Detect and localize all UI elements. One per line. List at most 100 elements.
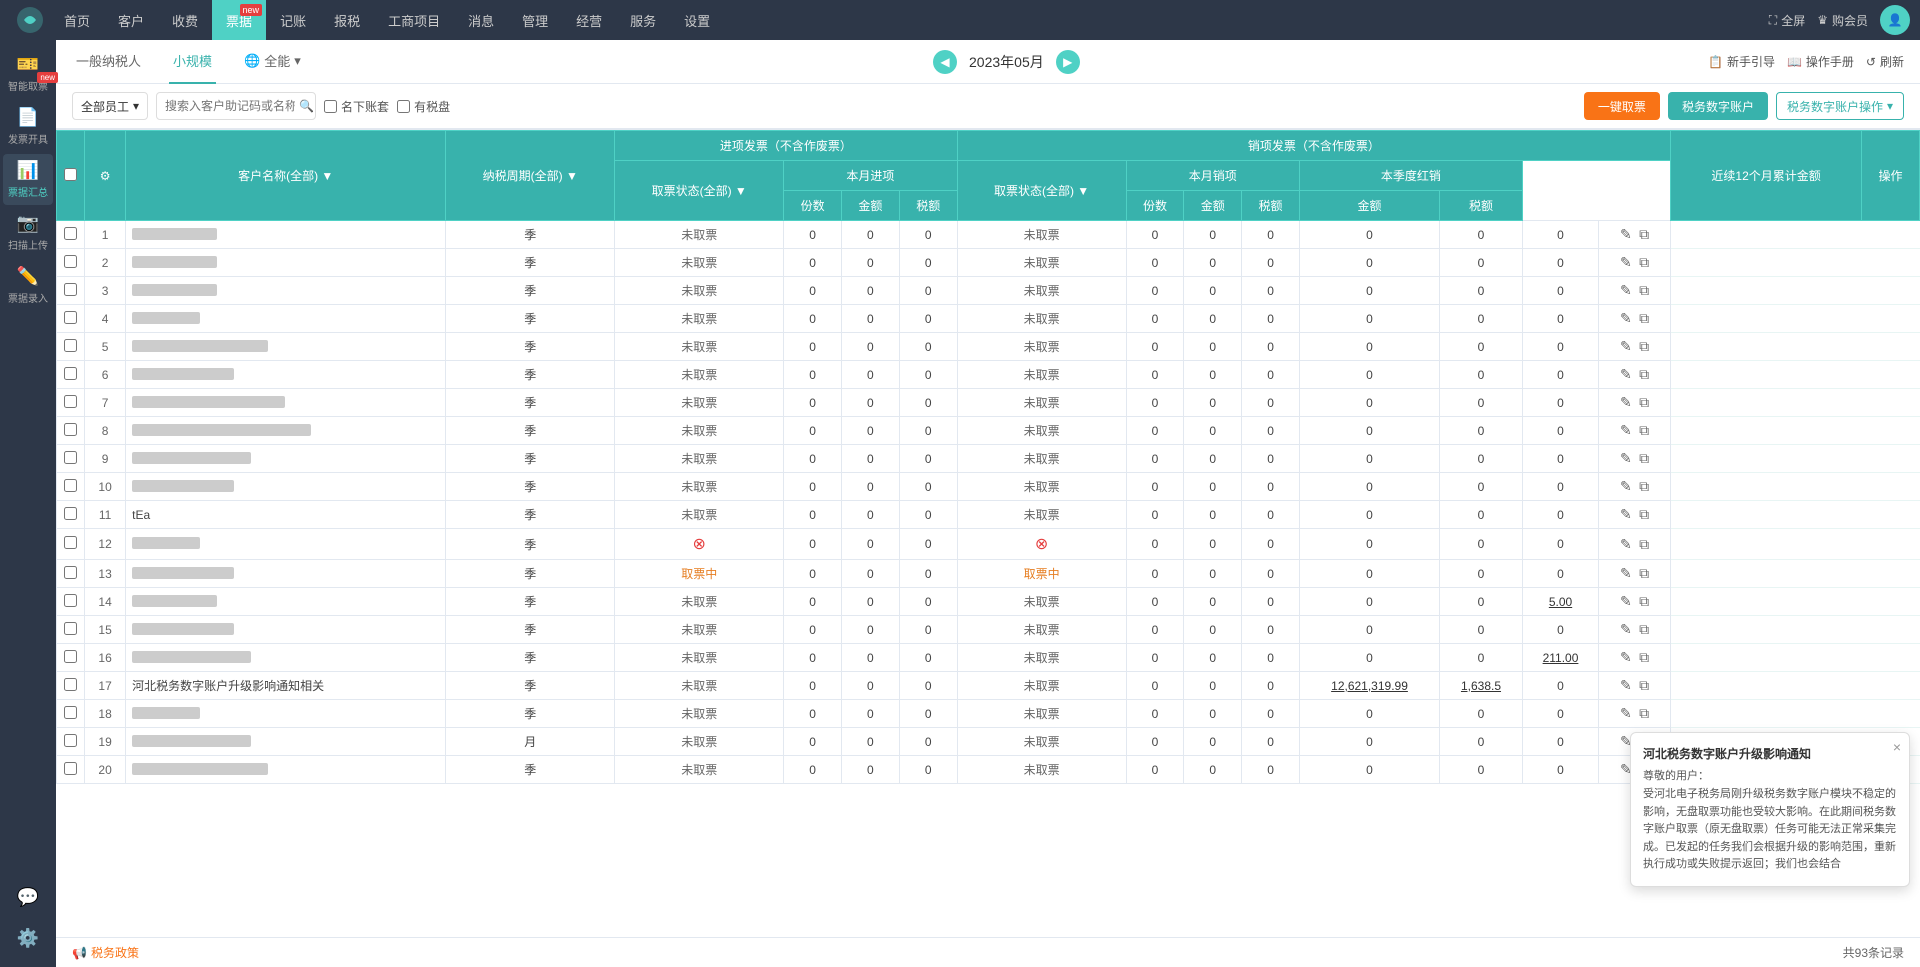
copy-btn[interactable]: ⧉ <box>1637 591 1651 611</box>
nav-service[interactable]: 服务 <box>616 0 670 40</box>
row-checkbox[interactable] <box>64 311 77 324</box>
employee-select[interactable]: 全部员工 ▾ <box>72 92 148 120</box>
row-checkbox[interactable] <box>64 339 77 352</box>
copy-btn[interactable]: ⧉ <box>1637 420 1651 440</box>
nav-customer[interactable]: 客户 <box>104 0 158 40</box>
accounts-checkbox[interactable] <box>324 100 337 113</box>
row-checkbox[interactable] <box>64 706 77 719</box>
sub-nav-small-scale[interactable]: 小规模 <box>169 40 216 84</box>
nav-manage[interactable]: 管理 <box>508 0 562 40</box>
header-in-status[interactable]: 取票状态(全部) ▼ <box>615 161 784 221</box>
copy-btn[interactable]: ⧉ <box>1637 619 1651 639</box>
copy-btn[interactable]: ⧉ <box>1637 252 1651 272</box>
edit-btn[interactable]: ✎ <box>1618 647 1634 667</box>
check-tax-disk[interactable]: 有税盘 <box>397 98 450 115</box>
edit-btn[interactable]: ✎ <box>1618 703 1634 723</box>
refresh-btn[interactable]: ↺ 刷新 <box>1866 53 1904 70</box>
header-tax-period[interactable]: 纳税周期(全部) ▼ <box>446 131 615 221</box>
nav-accounting[interactable]: 记账 <box>266 0 320 40</box>
row-checkbox[interactable] <box>64 227 77 240</box>
edit-btn[interactable]: ✎ <box>1618 448 1634 468</box>
sidebar-item-invoice-entry[interactable]: ✏️ 票据录入 <box>3 260 53 311</box>
edit-btn[interactable]: ✎ <box>1618 563 1634 583</box>
copy-btn[interactable]: ⧉ <box>1637 703 1651 723</box>
row-checkbox[interactable] <box>64 622 77 635</box>
new-guide-btn[interactable]: 📋 新手引导 <box>1708 53 1775 70</box>
tax-digital-account-action-btn[interactable]: 税务数字账户操作 ▾ <box>1776 92 1904 120</box>
select-all-checkbox[interactable] <box>64 168 77 181</box>
header-out-status[interactable]: 取票状态(全部) ▼ <box>957 161 1126 221</box>
row-checkbox[interactable] <box>64 283 77 296</box>
search-icon[interactable]: 🔍 <box>299 99 314 113</box>
nav-tax[interactable]: 报税 <box>320 0 374 40</box>
edit-btn[interactable]: ✎ <box>1618 280 1634 300</box>
vip-btn[interactable]: ♛ 购会员 <box>1817 12 1868 29</box>
prev-month-btn[interactable]: ◀ <box>933 50 957 74</box>
edit-btn[interactable]: ✎ <box>1618 591 1634 611</box>
copy-btn[interactable]: ⧉ <box>1637 364 1651 384</box>
copy-btn[interactable]: ⧉ <box>1637 448 1651 468</box>
sidebar-item-config[interactable]: ⚙️ <box>3 922 53 955</box>
nav-business[interactable]: 工商项目 <box>374 0 454 40</box>
sidebar-item-messages[interactable]: 💬 <box>3 881 53 914</box>
edit-btn[interactable]: ✎ <box>1618 392 1634 412</box>
row-checkbox[interactable] <box>64 762 77 775</box>
nav-operation[interactable]: 经营 <box>562 0 616 40</box>
sidebar-item-scan-upload[interactable]: 📷 扫描上传 <box>3 207 53 258</box>
copy-btn[interactable]: ⧉ <box>1637 224 1651 244</box>
fullscreen-btn[interactable]: ⛶ 全屏 <box>1769 12 1805 29</box>
edit-btn[interactable]: ✎ <box>1618 420 1634 440</box>
copy-btn[interactable]: ⧉ <box>1637 675 1651 695</box>
sidebar-item-invoice-open[interactable]: 📄 发票开具 <box>3 101 53 152</box>
row-checkbox[interactable] <box>64 678 77 691</box>
nav-message[interactable]: 消息 <box>454 0 508 40</box>
row-checkbox[interactable] <box>64 650 77 663</box>
nav-settings[interactable]: 设置 <box>670 0 724 40</box>
copy-btn[interactable]: ⧉ <box>1637 336 1651 356</box>
row-checkbox[interactable] <box>64 451 77 464</box>
manual-btn[interactable]: 📖 操作手册 <box>1787 53 1854 70</box>
nav-invoice[interactable]: 票据 new <box>212 0 266 40</box>
edit-btn[interactable]: ✎ <box>1618 364 1634 384</box>
copy-btn[interactable]: ⧉ <box>1637 504 1651 524</box>
edit-btn[interactable]: ✎ <box>1618 252 1634 272</box>
sub-nav-all[interactable]: 🌐 全能 ▾ <box>240 40 305 84</box>
sidebar-item-invoice-summary[interactable]: 📊 票据汇总 <box>3 154 53 205</box>
avatar[interactable]: 👤 <box>1880 5 1910 35</box>
tax-digital-account-btn[interactable]: 税务数字账户 <box>1668 92 1768 120</box>
check-accounts[interactable]: 名下账套 <box>324 98 389 115</box>
copy-btn[interactable]: ⧉ <box>1637 647 1651 667</box>
one-click-invoice-btn[interactable]: 一键取票 <box>1584 92 1660 120</box>
copy-btn[interactable]: ⧉ <box>1637 308 1651 328</box>
row-checkbox[interactable] <box>64 734 77 747</box>
tax-disk-checkbox[interactable] <box>397 100 410 113</box>
copy-btn[interactable]: ⧉ <box>1637 563 1651 583</box>
search-input[interactable] <box>165 99 295 113</box>
edit-btn[interactable]: ✎ <box>1618 619 1634 639</box>
edit-btn[interactable]: ✎ <box>1618 534 1634 554</box>
row-checkbox[interactable] <box>64 507 77 520</box>
row-checkbox[interactable] <box>64 367 77 380</box>
copy-btn[interactable]: ⧉ <box>1637 280 1651 300</box>
row-checkbox[interactable] <box>64 255 77 268</box>
copy-btn[interactable]: ⧉ <box>1637 534 1651 554</box>
copy-btn[interactable]: ⧉ <box>1637 392 1651 412</box>
notification-close-btn[interactable]: × <box>1893 739 1901 755</box>
sidebar-item-smart-invoice[interactable]: 🎫 智能取票 new <box>3 48 53 99</box>
nav-home[interactable]: 首页 <box>50 0 104 40</box>
row-checkbox[interactable] <box>64 479 77 492</box>
row-checkbox[interactable] <box>64 536 77 549</box>
copy-btn[interactable]: ⧉ <box>1637 476 1651 496</box>
row-checkbox[interactable] <box>64 423 77 436</box>
edit-btn[interactable]: ✎ <box>1618 336 1634 356</box>
edit-btn[interactable]: ✎ <box>1618 476 1634 496</box>
edit-btn[interactable]: ✎ <box>1618 308 1634 328</box>
tax-policy-link[interactable]: 📢 税务政策 <box>72 944 139 961</box>
row-checkbox[interactable] <box>64 395 77 408</box>
row-checkbox[interactable] <box>64 566 77 579</box>
edit-btn[interactable]: ✎ <box>1618 675 1634 695</box>
row-checkbox[interactable] <box>64 594 77 607</box>
sub-nav-general-taxpayer[interactable]: 一般纳税人 <box>72 40 145 84</box>
nav-fee[interactable]: 收费 <box>158 0 212 40</box>
next-month-btn[interactable]: ▶ <box>1056 50 1080 74</box>
